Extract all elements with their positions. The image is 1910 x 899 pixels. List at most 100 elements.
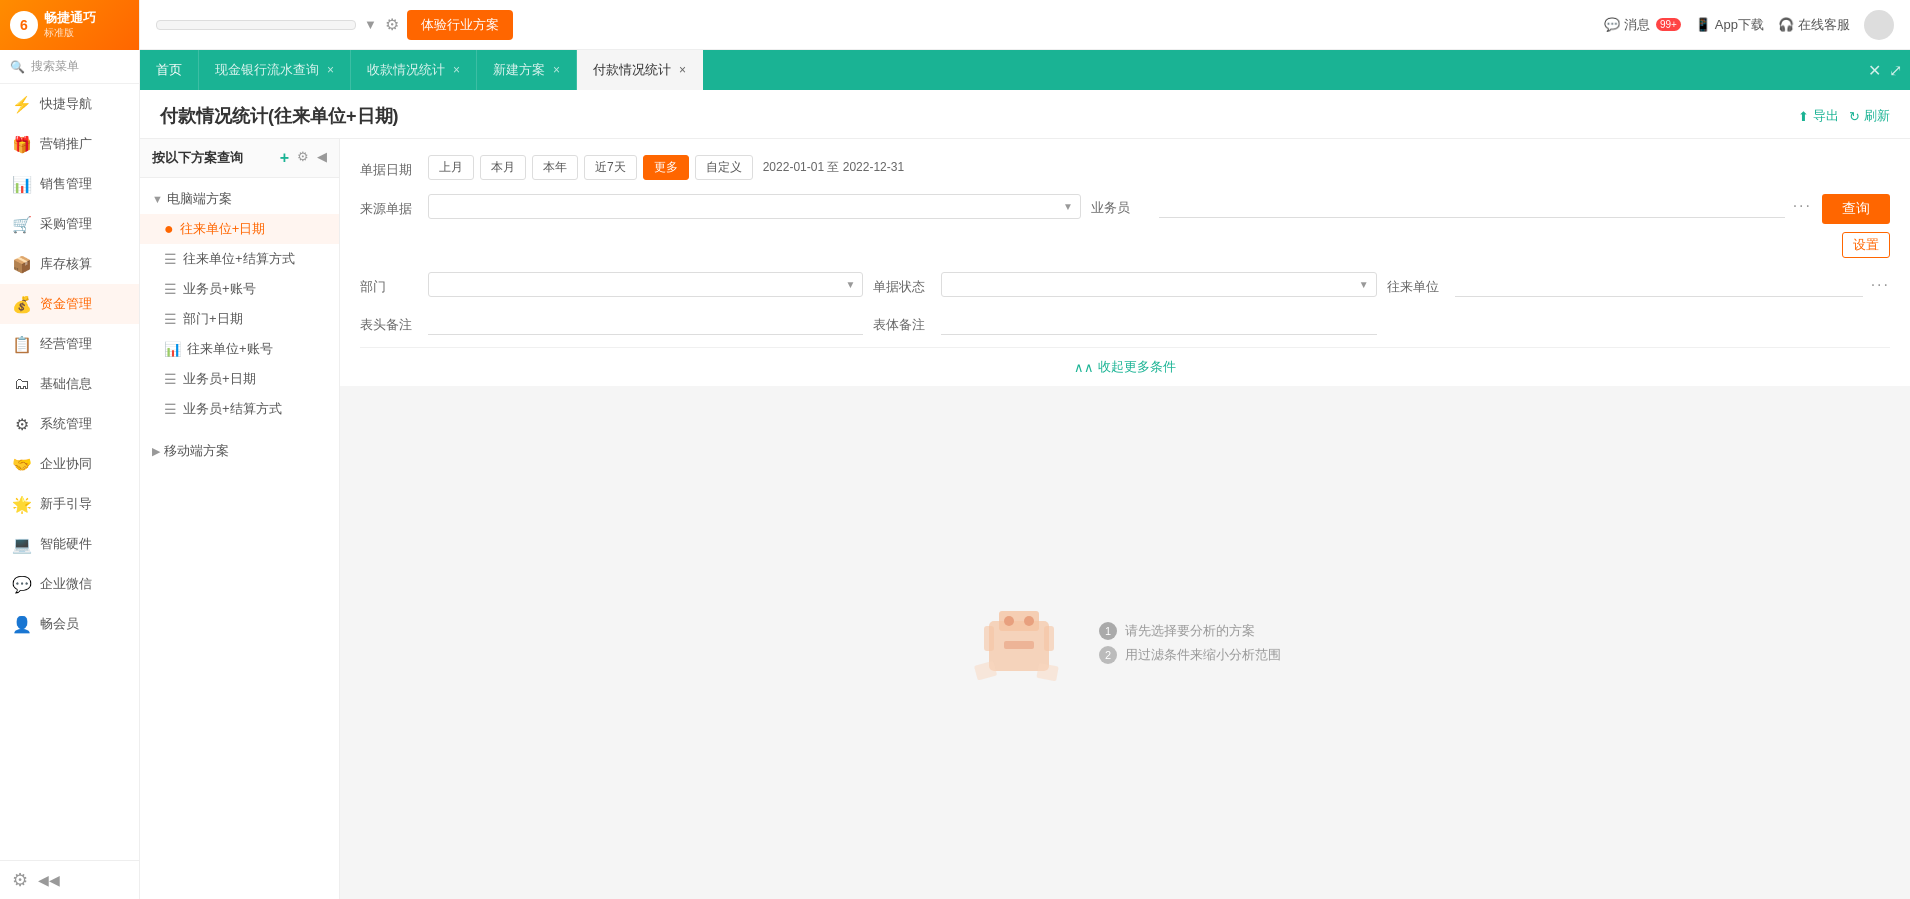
sidebar-item-wechat[interactable]: 💬 企业微信 (0, 564, 139, 604)
tab-new-plan[interactable]: 新建方案 × (477, 50, 577, 90)
btn-last-7days[interactable]: 近7天 (584, 155, 637, 180)
sidebar-item-guide[interactable]: 🌟 新手引导 (0, 484, 139, 524)
search-menu-btn[interactable]: 🔍 搜索菜单 (10, 58, 129, 75)
dept-date-icon: ☰ (164, 311, 177, 327)
partner-input[interactable] (1455, 273, 1863, 297)
sidebar-item-capital[interactable]: 💰 资金管理 (0, 284, 139, 324)
quick-nav-icon: ⚡ (12, 94, 32, 114)
topbar-right: 💬 消息 99+ 📱 App下载 🎧 在线客服 (1604, 10, 1894, 40)
tab-controls: ✕ ⤢ (1860, 50, 1910, 90)
sidebar-item-label: 智能硬件 (40, 535, 92, 553)
header-note-cell: 表头备注 (360, 311, 863, 335)
app-download-btn[interactable]: 📱 App下载 (1695, 16, 1764, 34)
member-icon: 👤 (12, 614, 32, 634)
schema-item-salesperson-settle[interactable]: ☰ 业务员+结算方式 (140, 394, 339, 424)
sidebar-item-operation[interactable]: 📋 经营管理 (0, 324, 139, 364)
sidebar-item-basic[interactable]: 🗂 基础信息 (0, 364, 139, 404)
sidebar-item-member[interactable]: 👤 畅会员 (0, 604, 139, 644)
industry-btn[interactable]: 体验行业方案 (407, 10, 513, 40)
salesperson-ellipsis[interactable]: ··· (1793, 197, 1812, 215)
source-doc-select[interactable] (428, 194, 1081, 219)
settings-button[interactable]: 设置 (1842, 232, 1890, 258)
sidebar-item-inventory[interactable]: 📦 库存核算 (0, 244, 139, 284)
btn-this-year[interactable]: 本年 (532, 155, 578, 180)
service-icon: 🎧 (1778, 17, 1794, 32)
export-label: 导出 (1813, 107, 1839, 125)
tab-close-all-icon[interactable]: ✕ (1868, 61, 1881, 80)
topbar-dropdown-icon[interactable]: ▼ (364, 17, 377, 32)
dept-select[interactable] (428, 272, 863, 297)
tab-payment-stats[interactable]: 付款情况统计 × (577, 50, 703, 90)
all-content: 付款情况统计(往来单位+日期) ⬆ 导出 ↻ 刷新 按以下方案查询 + (140, 90, 1910, 899)
svg-point-2 (1004, 616, 1014, 626)
page-title: 付款情况统计(往来单位+日期) (160, 104, 399, 128)
schema-item-dept-date[interactable]: ☰ 部门+日期 (140, 304, 339, 334)
salesperson-cell: 业务员 ··· (1091, 194, 1812, 218)
filter-actions: 查询 设置 (1822, 194, 1890, 258)
schema-group-desktop[interactable]: ▼ 电脑端方案 (140, 184, 339, 214)
btn-this-month[interactable]: 本月 (480, 155, 526, 180)
url-bar[interactable] (156, 20, 356, 30)
sidebar-search-area[interactable]: 🔍 搜索菜单 (0, 50, 139, 84)
user-avatar[interactable] (1864, 10, 1894, 40)
schema-item-salesperson-account[interactable]: ☰ 业务员+账号 (140, 274, 339, 304)
topbar-settings-icon[interactable]: ⚙ (385, 15, 399, 34)
doc-status-select[interactable] (941, 272, 1376, 297)
app-download-label: App下载 (1715, 16, 1764, 34)
collapse-btn[interactable]: ∧∧ 收起更多条件 (1074, 358, 1176, 376)
tab-new-plan-label: 新建方案 (493, 61, 545, 79)
body-note-input[interactable] (941, 311, 1376, 335)
sidebar-item-sales[interactable]: 📊 销售管理 (0, 164, 139, 204)
tab-bank-flow-label: 现金银行流水查询 (215, 61, 319, 79)
schema-item-partner-date[interactable]: ● 往来单位+日期 (140, 214, 339, 244)
message-btn[interactable]: 💬 消息 99+ (1604, 16, 1681, 34)
tab-bank-flow-close[interactable]: × (327, 63, 334, 77)
partner-ellipsis[interactable]: ··· (1871, 276, 1890, 294)
sidebar-item-quick-nav[interactable]: ⚡ 快捷导航 (0, 84, 139, 124)
panel-header-icons: + ⚙ ◀ (280, 149, 327, 167)
download-icon: 📱 (1695, 17, 1711, 32)
tab-bank-flow[interactable]: 现金银行流水查询 × (199, 50, 351, 90)
panel-settings-icon[interactable]: ⚙ (297, 149, 309, 167)
sidebar-item-label: 资金管理 (40, 295, 92, 313)
sidebar-item-system[interactable]: ⚙ 系统管理 (0, 404, 139, 444)
tab-receipt-stats[interactable]: 收款情况统计 × (351, 50, 477, 90)
logo-sub: 标准版 (44, 26, 96, 40)
btn-custom[interactable]: 自定义 (695, 155, 753, 180)
schema-item-partner-settle[interactable]: ☰ 往来单位+结算方式 (140, 244, 339, 274)
btn-more[interactable]: 更多 (643, 155, 689, 180)
panel-add-icon[interactable]: + (280, 149, 289, 167)
salesperson-input[interactable] (1159, 194, 1785, 218)
query-button[interactable]: 查询 (1822, 194, 1890, 224)
purchase-icon: 🛒 (12, 214, 32, 234)
sidebar-item-purchase[interactable]: 🛒 采购管理 (0, 204, 139, 244)
tab-receipt-stats-close[interactable]: × (453, 63, 460, 77)
dept-date-label: 部门+日期 (183, 310, 243, 328)
export-icon: ⬆ (1798, 109, 1809, 124)
page-actions: ⬆ 导出 ↻ 刷新 (1798, 107, 1890, 125)
panel-collapse-icon[interactable]: ◀ (317, 149, 327, 167)
tab-new-plan-close[interactable]: × (553, 63, 560, 77)
footer-settings-icon[interactable]: ⚙ (12, 869, 28, 891)
schema-group-mobile[interactable]: ▶ 移动端方案 (140, 436, 339, 466)
tab-payment-stats-close[interactable]: × (679, 63, 686, 77)
refresh-icon: ↻ (1849, 109, 1860, 124)
btn-last-month[interactable]: 上月 (428, 155, 474, 180)
refresh-btn[interactable]: ↻ 刷新 (1849, 107, 1890, 125)
refresh-label: 刷新 (1864, 107, 1890, 125)
schema-item-partner-account[interactable]: 📊 往来单位+账号 (140, 334, 339, 364)
header-note-input[interactable] (428, 311, 863, 335)
schema-section-mobile: ▶ 移动端方案 (140, 430, 339, 472)
tab-home[interactable]: 首页 (140, 50, 199, 90)
online-service-btn[interactable]: 🎧 在线客服 (1778, 16, 1850, 34)
tab-expand-icon[interactable]: ⤢ (1889, 61, 1902, 80)
sidebar-item-label: 销售管理 (40, 175, 92, 193)
footer-collapse-icon[interactable]: ◀◀ (38, 872, 60, 888)
salesperson-date-icon: ☰ (164, 371, 177, 387)
export-btn[interactable]: ⬆ 导出 (1798, 107, 1839, 125)
sidebar-item-marketing[interactable]: 🎁 营销推广 (0, 124, 139, 164)
schema-item-salesperson-date[interactable]: ☰ 业务员+日期 (140, 364, 339, 394)
sidebar-item-hardware[interactable]: 💻 智能硬件 (0, 524, 139, 564)
sidebar-item-coop[interactable]: 🤝 企业协同 (0, 444, 139, 484)
empty-illustration (969, 591, 1069, 694)
